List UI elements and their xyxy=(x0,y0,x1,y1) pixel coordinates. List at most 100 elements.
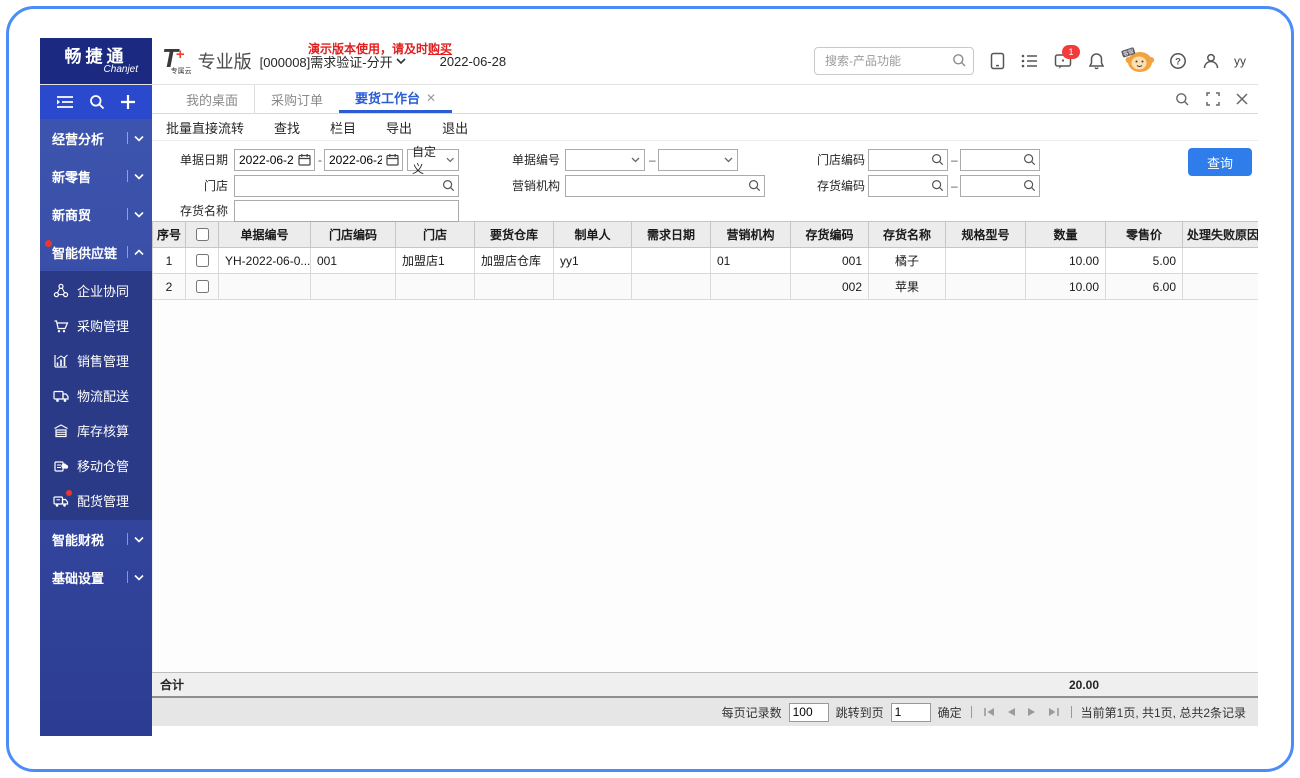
sidebar: 经营分析 新零售 新商贸 智能供应链 企业协同 采购管理 销售管理 物流配送 库存核算移动仓管配… xyxy=(40,85,152,736)
sidebar-group-新商贸[interactable]: 新商贸 xyxy=(40,195,152,233)
requests-table: 序号 单据编号 门店编码 门店 要货仓库 制单人 需求日期 营销机构 存货编码 存货名称 规格型号数… xyxy=(152,221,1258,300)
table-cell: 001 xyxy=(790,247,869,274)
row-checkbox[interactable] xyxy=(196,280,209,293)
column-header-制单人: 制单人 xyxy=(553,221,632,248)
toolbar-退出[interactable]: 退出 xyxy=(442,118,468,137)
row-select-cell[interactable] xyxy=(185,247,219,274)
search-input[interactable] xyxy=(823,49,945,73)
sidebar-item-采购管理[interactable]: 采购管理 xyxy=(40,308,152,343)
support-mascot-icon[interactable]: 客服 xyxy=(1119,47,1155,72)
item-code-from-input[interactable] xyxy=(869,176,947,196)
org-input[interactable] xyxy=(566,176,764,196)
sidebar-item-库存核算[interactable]: 库存核算 xyxy=(40,413,152,448)
message-icon[interactable]: 1 xyxy=(1053,45,1080,71)
store-code-range-separator: – xyxy=(951,153,958,167)
total-quantity: 20.00 xyxy=(1068,677,1099,692)
requests-table-wrap: 序号 单据编号 门店编码 门店 要货仓库 制单人 需求日期 营销机构 存货编码 存货名称 规格型号数… xyxy=(152,221,1258,300)
demo-notice: 演示版本使用，请及时购买 xyxy=(308,40,452,57)
store-code-from-input[interactable] xyxy=(869,150,947,170)
goto-page-input[interactable] xyxy=(890,702,931,722)
buy-link[interactable]: 购买 xyxy=(428,42,452,56)
org-label: 营销机构 xyxy=(511,179,560,193)
sidebar-item-销售管理[interactable]: 销售管理 xyxy=(40,343,152,378)
logo-text-cn: 畅捷通 xyxy=(64,46,128,66)
menu-search-icon[interactable] xyxy=(89,94,105,110)
add-icon[interactable] xyxy=(120,94,136,110)
toolbar-批量直接流转[interactable]: 批量直接流转 xyxy=(166,118,244,137)
tab-我的桌面[interactable]: 我的桌面 xyxy=(170,85,254,113)
table-cell: 橘子 xyxy=(868,247,946,274)
last-page-button[interactable] xyxy=(1048,707,1060,717)
username[interactable]: yy xyxy=(1234,54,1246,68)
svg-text:?: ? xyxy=(1175,56,1181,67)
first-page-button[interactable] xyxy=(983,707,995,717)
chevron-down-icon xyxy=(134,173,144,180)
sidebar-group-智能财税[interactable]: 智能财税 xyxy=(40,520,152,558)
tab-close-icon[interactable]: ✕ xyxy=(426,91,436,105)
docno-range-separator: – xyxy=(649,153,656,167)
fullscreen-icon[interactable] xyxy=(1206,92,1220,106)
table-row: 1 YH-2022-06-0... 001 加盟店1 加盟店仓库 yy1 01 001 橘子 10… xyxy=(152,247,1258,274)
chanjet-logo: 畅捷通 Chanjet xyxy=(40,38,152,84)
row-select-cell[interactable] xyxy=(185,273,219,300)
date-to-input[interactable] xyxy=(325,150,402,170)
sidebar-group-经营分析[interactable]: 经营分析 xyxy=(40,119,152,157)
group-divider xyxy=(127,571,128,583)
sidebar-item-配货管理[interactable]: 配货管理 xyxy=(40,483,152,518)
search-icon[interactable] xyxy=(952,53,967,68)
sidebar-group-智能供应链[interactable]: 智能供应链 xyxy=(40,233,152,271)
store-input[interactable] xyxy=(235,176,458,196)
device-icon[interactable] xyxy=(987,51,1007,71)
user-icon[interactable] xyxy=(1201,51,1221,71)
next-page-button[interactable] xyxy=(1027,707,1037,717)
column-header-存货名称: 存货名称 xyxy=(868,221,946,248)
select-all-checkbox[interactable] xyxy=(196,228,209,241)
table-cell: 10.00 xyxy=(1025,273,1106,300)
logo-text-en: Chanjet xyxy=(103,63,138,75)
sidebar-item-label: 移动仓管 xyxy=(77,459,130,474)
row-checkbox[interactable] xyxy=(196,254,209,267)
query-button[interactable]: 查询 xyxy=(1188,148,1252,176)
table-cell xyxy=(1182,247,1258,274)
sidebar-item-企业协同[interactable]: 企业协同 xyxy=(40,273,152,308)
date-from-input[interactable] xyxy=(235,150,314,170)
prev-page-button[interactable] xyxy=(1006,707,1016,717)
close-all-icon[interactable] xyxy=(1236,93,1248,105)
confirm-button[interactable]: 确定 xyxy=(938,704,962,721)
tab-search-icon[interactable] xyxy=(1175,92,1190,107)
table-cell: YH-2022-06-0... xyxy=(218,247,311,274)
tab-采购订单[interactable]: 采购订单 xyxy=(254,85,339,113)
tab-label: 采购订单 xyxy=(271,92,324,108)
tab-要货工作台[interactable]: 要货工作台 ✕ xyxy=(339,85,453,113)
collapse-menu-icon[interactable] xyxy=(56,95,74,109)
chart-icon xyxy=(53,353,69,369)
bottom-strip xyxy=(152,726,1258,736)
chevron-down-icon xyxy=(396,57,406,64)
column-header-规格型号: 规格型号 xyxy=(945,221,1026,248)
sidebar-item-移动仓管[interactable]: 移动仓管 xyxy=(40,448,152,483)
docno-from-select[interactable] xyxy=(565,149,645,171)
toolbar-查找[interactable]: 查找 xyxy=(274,118,300,137)
item-code-to-input[interactable] xyxy=(961,176,1039,196)
docno-to-select[interactable] xyxy=(658,149,738,171)
per-page-input[interactable] xyxy=(788,702,829,722)
select-all-header[interactable] xyxy=(185,221,219,248)
column-header-数量: 数量 xyxy=(1025,221,1106,248)
sidebar-item-物流配送[interactable]: 物流配送 xyxy=(40,378,152,413)
notification-dot xyxy=(45,240,52,247)
toolbar-导出[interactable]: 导出 xyxy=(386,118,412,137)
toolbar-栏目[interactable]: 栏目 xyxy=(330,118,356,137)
sidebar-group-新零售[interactable]: 新零售 xyxy=(40,157,152,195)
sidebar-group-基础设置[interactable]: 基础设置 xyxy=(40,558,152,596)
store-code-to-input[interactable] xyxy=(961,150,1039,170)
help-icon[interactable]: ? xyxy=(1168,51,1188,71)
table-cell: 加盟店1 xyxy=(395,247,475,274)
item-name-input[interactable] xyxy=(235,201,458,221)
notification-bell-icon[interactable] xyxy=(1086,51,1106,71)
item-code-from-field xyxy=(868,175,948,197)
date-mode-select[interactable]: 自定义 xyxy=(407,145,459,176)
chevron-down-icon xyxy=(631,157,640,163)
column-header-处理失败原因: 处理失败原因 xyxy=(1182,221,1258,248)
task-list-icon[interactable] xyxy=(1020,51,1040,71)
date-to-field xyxy=(324,149,403,171)
